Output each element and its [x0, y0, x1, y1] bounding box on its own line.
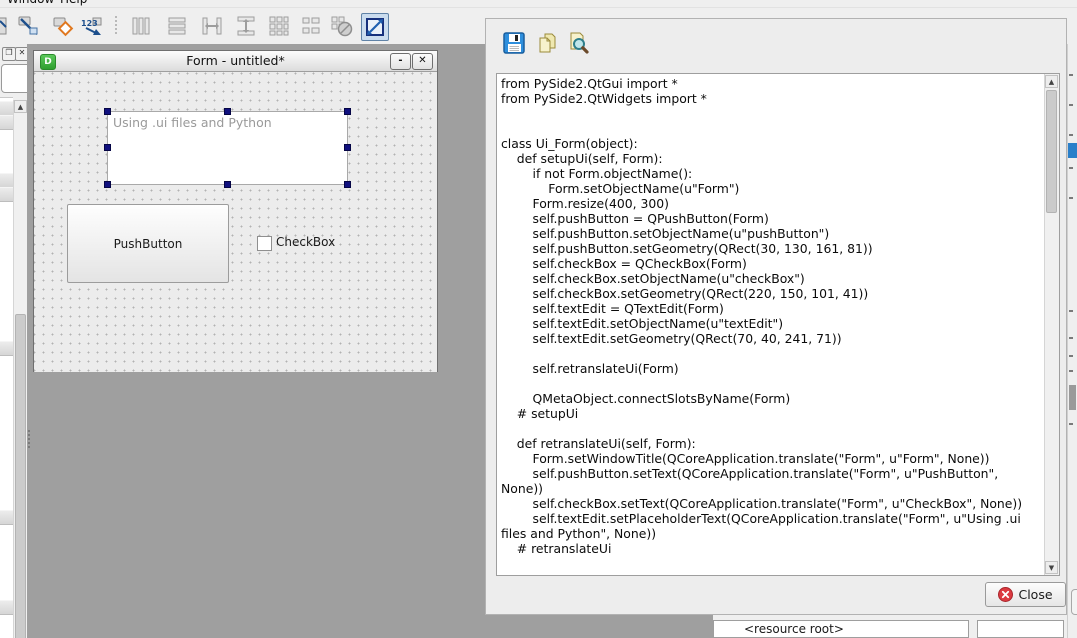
selection-handle[interactable]: [344, 144, 351, 151]
widget-category-header[interactable]: [0, 510, 13, 525]
scroll-down-icon[interactable]: ▼: [1045, 561, 1058, 574]
menu-window[interactable]: Window: [7, 0, 54, 6]
widget-box-scrollbar[interactable]: ▲: [13, 100, 27, 638]
selection-handle[interactable]: [104, 144, 111, 151]
resource-browser-cell[interactable]: [977, 620, 1064, 638]
dock-float-icon[interactable]: ❐: [2, 47, 16, 61]
layout-grid-icon[interactable]: [266, 13, 292, 39]
toolbar-separator: [115, 16, 119, 34]
code-view[interactable]: from PySide2.QtGui import * from PySide2…: [496, 73, 1060, 576]
break-layout-icon[interactable]: [329, 13, 355, 39]
print-preview-icon[interactable]: [566, 31, 592, 60]
close-x-icon: [998, 587, 1013, 602]
edit-signals-slots-icon[interactable]: [15, 13, 41, 39]
code-scrollbar[interactable]: ▲ ▼: [1044, 74, 1059, 575]
scroll-up-icon[interactable]: ▲: [1045, 75, 1058, 88]
widget-category-header[interactable]: [0, 115, 13, 130]
layout-vertical-icon[interactable]: [164, 13, 190, 39]
menu-bar: Window Help: [0, 0, 1077, 8]
pushbutton-widget[interactable]: PushButton: [67, 204, 229, 283]
save-icon[interactable]: [502, 31, 528, 60]
hidden-button-sliver: [1071, 589, 1077, 615]
svg-text:123: 123: [81, 19, 98, 28]
close-button[interactable]: ✕: [412, 53, 433, 70]
splitter-handle[interactable]: [28, 428, 30, 450]
scrollbar-thumb[interactable]: [15, 314, 26, 638]
widget-category-header[interactable]: [0, 173, 13, 188]
mdi-area-bottom: [485, 615, 713, 638]
textedit-widget[interactable]: Using .ui files and Python: [107, 111, 348, 185]
right-dock-sliver: [1067, 44, 1077, 638]
form-titlebar[interactable]: D Form - untitled* - ✕: [34, 51, 437, 72]
scroll-up-icon[interactable]: ▲: [14, 100, 27, 113]
layout-horizontal-icon[interactable]: [128, 13, 154, 39]
selected-row-sliver: [1068, 143, 1077, 158]
partial-toolbar-icon[interactable]: [0, 13, 10, 39]
edit-tab-order-icon[interactable]: 123: [79, 13, 105, 39]
selection-handle[interactable]: [104, 108, 111, 115]
checkbox-label: CheckBox: [276, 235, 335, 249]
python-code[interactable]: from PySide2.QtGui import * from PySide2…: [501, 76, 1043, 556]
layout-form-icon[interactable]: [298, 13, 324, 39]
form-canvas[interactable]: Using .ui files and Python PushButton Ch…: [34, 72, 437, 372]
widget-box-panel: ❐ ✕ ▲: [0, 44, 28, 638]
layout-splitter-vertical-icon[interactable]: [233, 13, 259, 39]
close-label: Close: [1018, 587, 1052, 602]
scroll-thumb-sliver: [1069, 385, 1076, 410]
main-toolbar: 123: [0, 13, 485, 43]
selection-handle[interactable]: [224, 108, 231, 115]
resource-root-label: <resource root>: [744, 622, 844, 636]
copy-icon[interactable]: [536, 31, 562, 60]
edit-buddies-icon[interactable]: [50, 13, 76, 39]
widget-category-header[interactable]: [0, 187, 13, 202]
minimize-button[interactable]: -: [390, 53, 411, 70]
form-title: Form - untitled*: [34, 53, 437, 68]
widget-category-header[interactable]: [0, 341, 13, 356]
widget-box-list[interactable]: [0, 97, 13, 638]
selection-handle[interactable]: [344, 181, 351, 188]
textedit-placeholder: Using .ui files and Python: [108, 112, 347, 133]
selection-handle[interactable]: [344, 108, 351, 115]
checkbox-widget[interactable]: [257, 236, 272, 251]
code-dialog: from PySide2.QtGui import * from PySide2…: [485, 18, 1067, 615]
adjust-size-icon[interactable]: [361, 13, 389, 41]
widget-category-header[interactable]: [0, 600, 13, 615]
selection-handle[interactable]: [104, 181, 111, 188]
form-window: D Form - untitled* - ✕ Using .ui files a…: [33, 50, 438, 372]
resource-browser-row[interactable]: <resource root>: [713, 620, 969, 638]
selection-handle[interactable]: [224, 181, 231, 188]
menu-help[interactable]: Help: [60, 0, 87, 6]
layout-splitter-horizontal-icon[interactable]: [199, 13, 225, 39]
close-dialog-button[interactable]: Close: [985, 582, 1066, 607]
qt-designer-screen: Window Help 123: [0, 0, 1077, 638]
widget-category-header[interactable]: [0, 101, 13, 116]
scrollbar-thumb[interactable]: [1046, 90, 1057, 213]
